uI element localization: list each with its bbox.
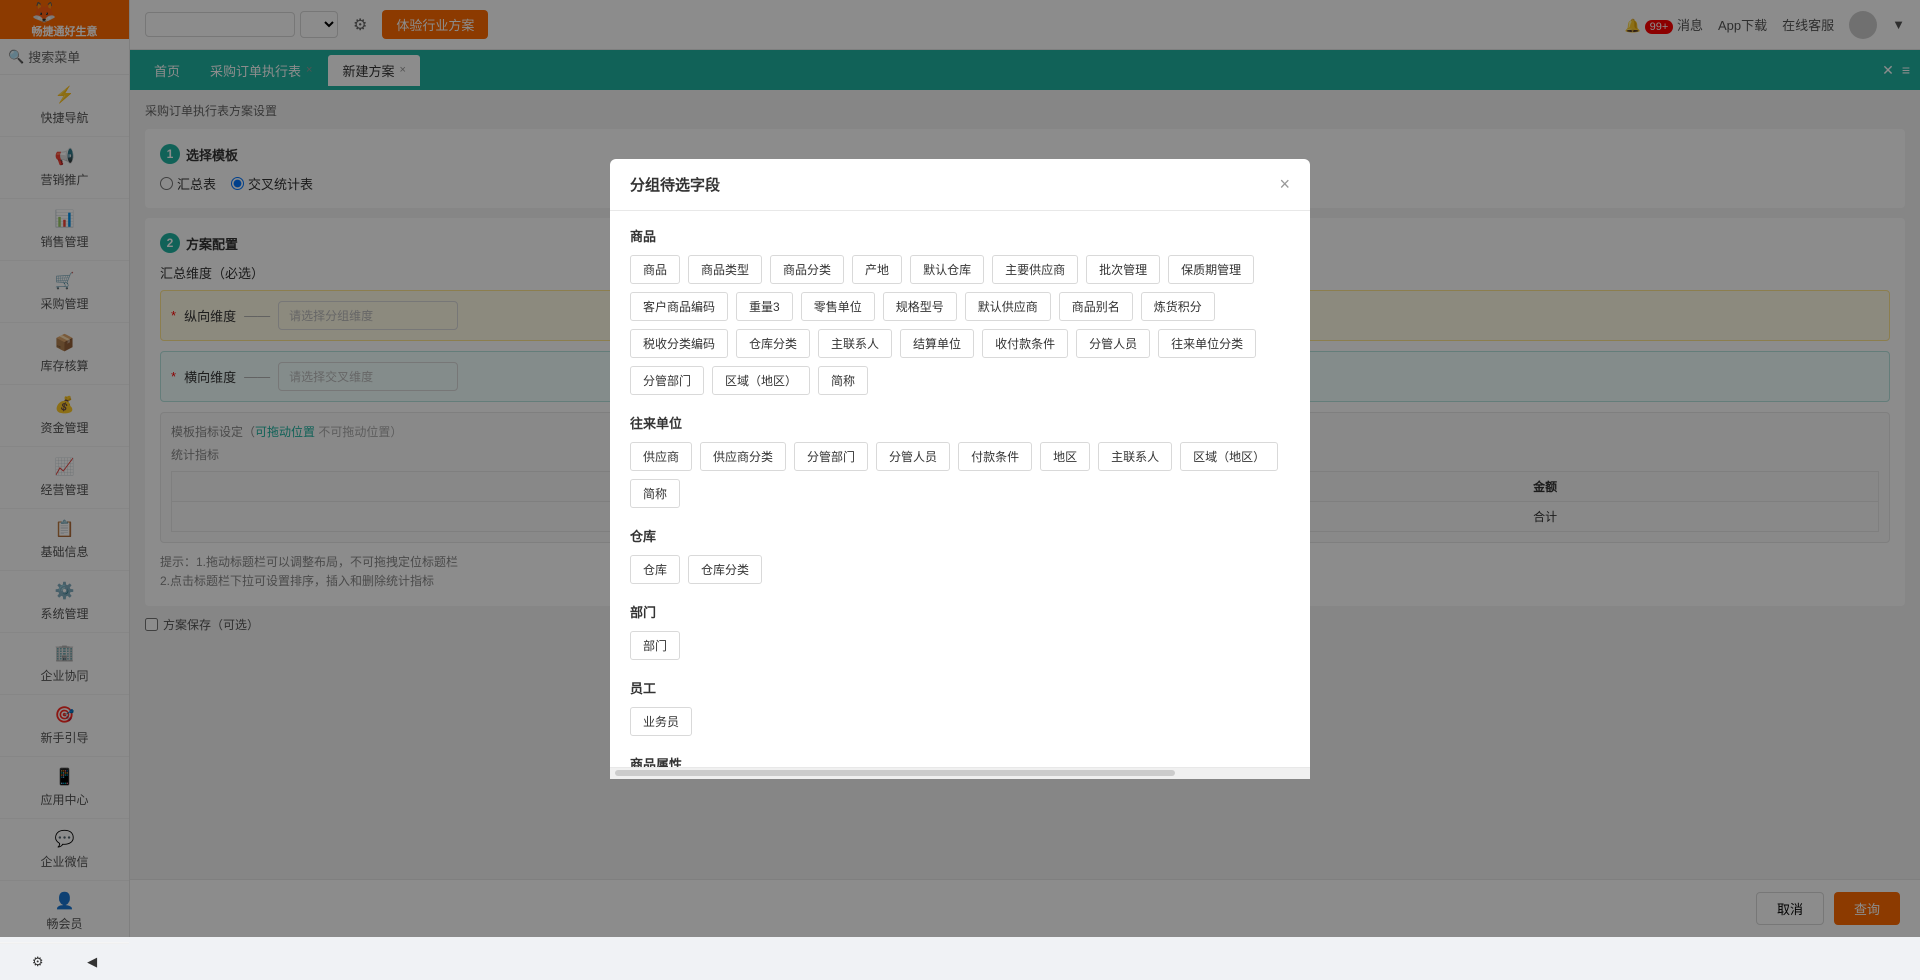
field-tag[interactable]: 炼货积分 (1141, 292, 1215, 321)
settings-bottom-icon[interactable]: ⚙ (32, 954, 44, 970)
field-tag[interactable]: 仓库 (630, 555, 680, 584)
field-tag[interactable]: 零售单位 (801, 292, 875, 321)
modal-title: 分组待选字段 (630, 174, 720, 195)
field-section-warehouse: 仓库 仓库 仓库分类 (630, 526, 1290, 584)
field-tag[interactable]: 分管人员 (876, 442, 950, 471)
field-tag[interactable]: 分管部门 (794, 442, 868, 471)
field-tag[interactable]: 业务员 (630, 707, 692, 736)
field-tag[interactable]: 仓库分类 (688, 555, 762, 584)
sidebar-bottom: ⚙ ◀ (0, 943, 129, 980)
field-tag[interactable]: 区域（地区） (712, 366, 810, 395)
section-title-product-attr: 商品属性 (630, 754, 1290, 767)
field-tag[interactable]: 默认仓库 (910, 255, 984, 284)
field-tag[interactable]: 重量3 (736, 292, 793, 321)
field-tag[interactable]: 规格型号 (883, 292, 957, 321)
section-title-warehouse: 仓库 (630, 526, 1290, 545)
field-section-product: 商品 商品 商品类型 商品分类 产地 默认仓库 主要供应商 批次管理 保质期管理… (630, 226, 1290, 395)
field-tag[interactable]: 区域（地区） (1180, 442, 1278, 471)
field-section-partner: 往来单位 供应商 供应商分类 分管部门 分管人员 付款条件 地区 主联系人 区域… (630, 413, 1290, 508)
field-tag[interactable]: 主联系人 (1098, 442, 1172, 471)
field-tag[interactable]: 客户商品编码 (630, 292, 728, 321)
field-tag[interactable]: 商品 (630, 255, 680, 284)
field-tag[interactable]: 收付款条件 (982, 329, 1068, 358)
field-tag[interactable]: 商品类型 (688, 255, 762, 284)
field-tag[interactable]: 分管部门 (630, 366, 704, 395)
field-tag[interactable]: 主联系人 (818, 329, 892, 358)
field-tag[interactable]: 商品分类 (770, 255, 844, 284)
field-grid-partner: 供应商 供应商分类 分管部门 分管人员 付款条件 地区 主联系人 区域（地区） … (630, 442, 1290, 508)
field-tag[interactable]: 税收分类编码 (630, 329, 728, 358)
collapse-icon[interactable]: ◀ (87, 954, 97, 970)
modal-header: 分组待选字段 × (610, 159, 1310, 211)
section-title-department: 部门 (630, 602, 1290, 621)
section-title-product: 商品 (630, 226, 1290, 245)
field-section-product-attr: 商品属性 属性 颜色 多规格 尺码 鞋码 1 (630, 754, 1290, 767)
modal-overlay: 分组待选字段 × 商品 商品 商品类型 商品分类 产地 默认仓库 主要供应商 批… (0, 0, 1920, 937)
field-tag[interactable]: 分管人员 (1076, 329, 1150, 358)
field-tag[interactable]: 保质期管理 (1168, 255, 1254, 284)
field-tag[interactable]: 产地 (852, 255, 902, 284)
modal: 分组待选字段 × 商品 商品 商品类型 商品分类 产地 默认仓库 主要供应商 批… (610, 159, 1310, 779)
field-tag[interactable]: 批次管理 (1086, 255, 1160, 284)
modal-body: 商品 商品 商品类型 商品分类 产地 默认仓库 主要供应商 批次管理 保质期管理… (610, 211, 1310, 767)
section-title-partner: 往来单位 (630, 413, 1290, 432)
field-grid-department: 部门 (630, 631, 1290, 660)
field-tag[interactable]: 简称 (630, 479, 680, 508)
field-tag[interactable]: 仓库分类 (736, 329, 810, 358)
field-tag[interactable]: 付款条件 (958, 442, 1032, 471)
field-tag[interactable]: 结算单位 (900, 329, 974, 358)
field-tag[interactable]: 主要供应商 (992, 255, 1078, 284)
section-title-employee: 员工 (630, 678, 1290, 697)
field-tag[interactable]: 简称 (818, 366, 868, 395)
field-tag[interactable]: 商品别名 (1059, 292, 1133, 321)
field-tag[interactable]: 往来单位分类 (1158, 329, 1256, 358)
field-grid-product: 商品 商品类型 商品分类 产地 默认仓库 主要供应商 批次管理 保质期管理 客户… (630, 255, 1290, 395)
field-section-department: 部门 部门 (630, 602, 1290, 660)
field-tag[interactable]: 供应商 (630, 442, 692, 471)
modal-close-button[interactable]: × (1279, 174, 1290, 195)
field-grid-warehouse: 仓库 仓库分类 (630, 555, 1290, 584)
field-tag[interactable]: 地区 (1040, 442, 1090, 471)
field-grid-employee: 业务员 (630, 707, 1290, 736)
modal-hscrollbar[interactable] (610, 767, 1310, 779)
hscroll-thumb[interactable] (615, 770, 1175, 776)
field-section-employee: 员工 业务员 (630, 678, 1290, 736)
field-tag[interactable]: 部门 (630, 631, 680, 660)
field-tag[interactable]: 供应商分类 (700, 442, 786, 471)
field-tag[interactable]: 默认供应商 (965, 292, 1051, 321)
